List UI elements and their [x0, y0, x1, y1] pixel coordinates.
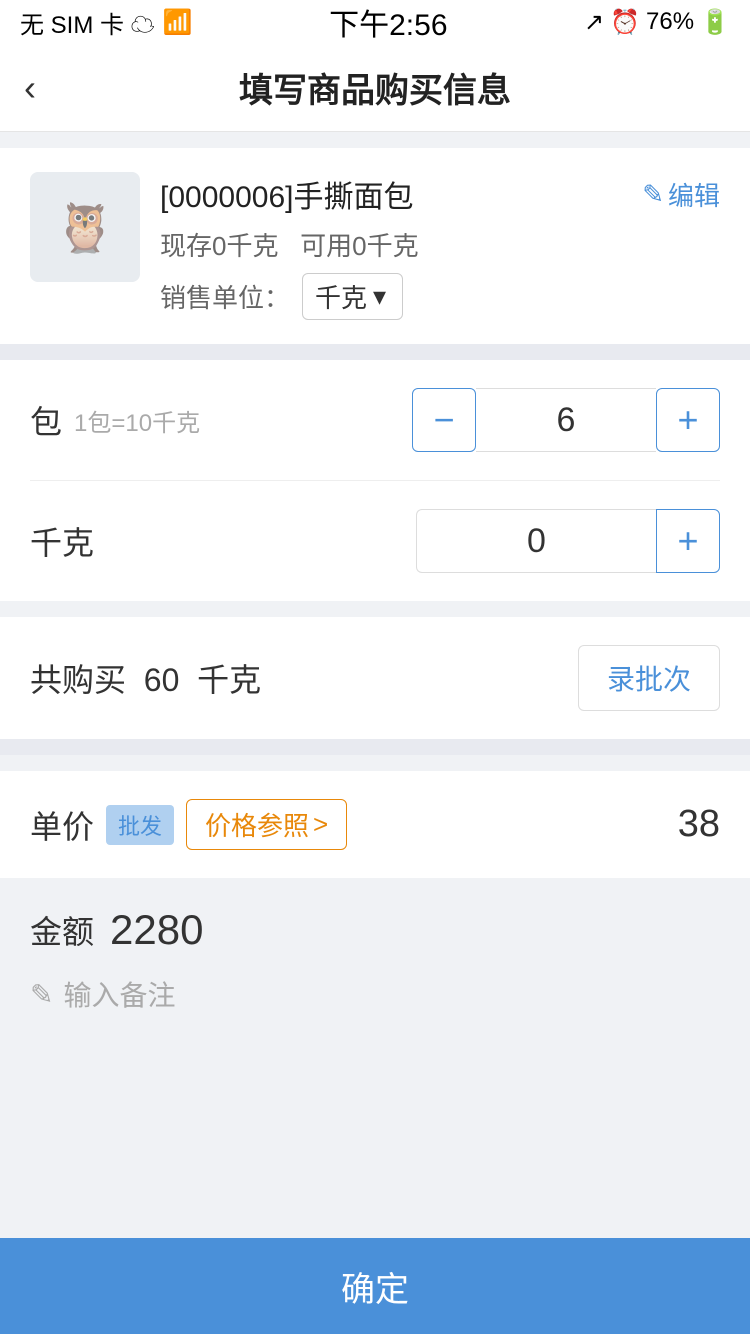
amount-row: 金额 2280	[30, 906, 720, 974]
chevron-right-icon: >	[313, 809, 328, 840]
product-info: [0000006]手撕面包 ✎ 编辑 现存0千克 可用0千克 销售单位： 千克 …	[160, 172, 720, 320]
battery-level: 76%	[646, 8, 694, 36]
product-name: [0000006]手撕面包	[160, 172, 413, 216]
confirm-button-label: 确定	[341, 1262, 409, 1311]
edit-icon: ✎	[642, 179, 664, 210]
kg-stepper: +	[416, 509, 720, 573]
battery-icon: 🔋	[700, 8, 730, 37]
price-ref-button[interactable]: 价格参照 >	[186, 799, 347, 850]
summary-text: 共购买 60 千克	[30, 655, 261, 701]
amount-value: 2280	[110, 906, 203, 954]
confirm-button-area[interactable]: 确定	[0, 1238, 750, 1334]
unit-dropdown[interactable]: 千克 ▾	[302, 273, 403, 320]
remark-placeholder: 输入备注	[63, 974, 175, 1014]
product-name-row: [0000006]手撕面包 ✎ 编辑	[160, 172, 720, 216]
location-icon: ↗	[584, 8, 604, 37]
price-value: 38	[678, 803, 720, 846]
price-label-group: 单价 批发 价格参照 >	[30, 799, 347, 850]
kg-input[interactable]	[416, 509, 656, 573]
bottom-spacer	[0, 1040, 750, 1200]
separator-2	[0, 739, 750, 755]
input-section: 包 1包=10千克 − + 千克 +	[0, 360, 750, 601]
nav-bar: ‹ 填写商品购买信息	[0, 44, 750, 132]
package-stepper: − +	[412, 388, 720, 452]
package-label: 包 1包=10千克	[30, 397, 200, 443]
pencil-icon: ✎	[30, 978, 53, 1011]
status-bar: 无 SIM 卡 ☁ 📶 下午2:56 ↗ ⏰ 76% 🔋	[0, 0, 750, 44]
batch-button[interactable]: 录批次	[578, 645, 720, 711]
product-logo-icon: 🦉	[55, 199, 115, 256]
product-image: 🦉	[30, 172, 140, 282]
package-minus-button[interactable]: −	[412, 388, 476, 452]
sim-label: 无 SIM 卡 ☁	[20, 5, 155, 40]
remark-row[interactable]: ✎ 输入备注	[30, 974, 720, 1024]
package-input[interactable]	[476, 388, 656, 452]
package-hint: 1包=10千克	[74, 403, 200, 438]
kg-label: 千克	[30, 518, 94, 564]
status-right: ↗ ⏰ 76% 🔋	[584, 8, 730, 37]
amount-label: 金额	[30, 907, 94, 953]
price-label: 单价	[30, 802, 94, 848]
page-title: 填写商品购买信息	[239, 63, 511, 112]
product-card: 🦉 [0000006]手撕面包 ✎ 编辑 现存0千克 可用0千克 销售单位： 千…	[0, 148, 750, 344]
kg-plus-button[interactable]: +	[656, 509, 720, 573]
separator-1	[0, 344, 750, 360]
batch-badge: 批发	[106, 805, 174, 845]
dropdown-icon: ▾	[373, 281, 386, 312]
status-time: 下午2:56	[329, 0, 447, 44]
amount-section: 金额 2280 ✎ 输入备注	[0, 878, 750, 1040]
product-unit-row: 销售单位： 千克 ▾	[160, 273, 720, 320]
back-button[interactable]: ‹	[24, 67, 36, 109]
status-left: 无 SIM 卡 ☁ 📶	[20, 5, 193, 40]
alarm-icon: ⏰	[610, 8, 640, 37]
wifi-icon: 📶	[163, 8, 193, 37]
kg-input-row: 千克 +	[30, 481, 720, 601]
edit-button[interactable]: ✎ 编辑	[642, 176, 720, 213]
summary-section: 共购买 60 千克 录批次	[0, 617, 750, 739]
package-plus-button[interactable]: +	[656, 388, 720, 452]
package-input-row: 包 1包=10千克 − +	[30, 360, 720, 481]
product-stock: 现存0千克 可用0千克	[160, 226, 720, 263]
price-row: 单价 批发 价格参照 > 38	[30, 799, 720, 878]
price-section: 单价 批发 价格参照 > 38	[0, 771, 750, 878]
